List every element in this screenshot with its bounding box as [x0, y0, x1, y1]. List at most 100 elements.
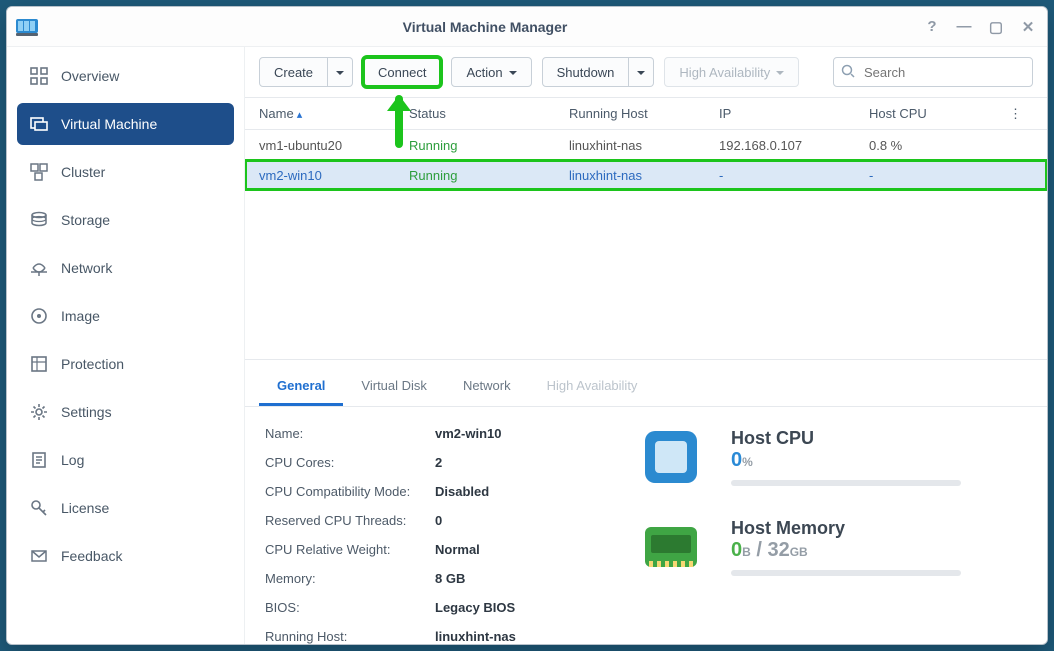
create-dropdown-caret[interactable] — [328, 57, 353, 87]
help-icon[interactable]: ? — [921, 16, 943, 38]
cell-status: Running — [409, 138, 569, 153]
sidebar-item-label: Overview — [61, 68, 119, 84]
sidebar-item-label: Settings — [61, 404, 112, 420]
sidebar-item-overview[interactable]: Overview — [17, 55, 234, 97]
cell-host: linuxhint-nas — [569, 138, 719, 153]
sidebar-item-virtual-machine[interactable]: Virtual Machine — [17, 103, 234, 145]
metric-unit: % — [742, 455, 753, 469]
sidebar-item-label: Log — [61, 452, 84, 468]
sidebar-item-label: Image — [61, 308, 100, 324]
envelope-icon — [29, 546, 49, 566]
cell-cpu: 0.8 % — [869, 138, 1009, 153]
sidebar-item-label: Storage — [61, 212, 110, 228]
dashboard-icon — [29, 66, 49, 86]
metric-bar — [731, 480, 961, 486]
metric-title: Host Memory — [731, 518, 961, 539]
table-row[interactable]: vm2-win10 Running linuxhint-nas - - — [245, 160, 1047, 190]
metric-cpu: Host CPU 0% — [639, 425, 1033, 489]
details-properties[interactable]: Name:vm2-win10 CPU Cores:2 CPU Compatibi… — [245, 407, 625, 644]
details-panel: General Virtual Disk Network High Availa… — [245, 359, 1047, 644]
col-host[interactable]: Running Host — [569, 106, 719, 121]
maximize-icon[interactable]: ▢ — [985, 16, 1007, 38]
image-icon — [29, 306, 49, 326]
prop-label: CPU Cores: — [265, 455, 435, 470]
connect-button[interactable]: Connect — [363, 57, 441, 87]
caret-down-icon — [509, 65, 517, 80]
prop-label: BIOS: — [265, 600, 435, 615]
button-label: Create — [274, 65, 313, 80]
tab-general[interactable]: General — [259, 368, 343, 406]
cell-cpu: - — [869, 168, 1009, 183]
prop-value: 2 — [435, 455, 604, 470]
high-availability-button: High Availability — [664, 57, 799, 87]
sidebar-item-feedback[interactable]: Feedback — [17, 535, 234, 577]
prop-value: vm2-win10 — [435, 426, 604, 441]
details-area: Name:vm2-win10 CPU Cores:2 CPU Compatibi… — [245, 407, 1047, 644]
mem-sep: / — [751, 539, 768, 561]
memory-icon — [639, 515, 703, 579]
button-label: Connect — [378, 65, 426, 80]
sidebar: Overview Virtual Machine Cluster Storage — [7, 47, 245, 644]
sidebar-item-label: Virtual Machine — [61, 116, 157, 132]
storage-icon — [29, 210, 49, 230]
window-controls: ? — ▢ ✕ — [921, 16, 1039, 38]
search-input[interactable] — [833, 57, 1033, 87]
sidebar-item-settings[interactable]: Settings — [17, 391, 234, 433]
window-title: Virtual Machine Manager — [49, 19, 921, 35]
sidebar-item-network[interactable]: Network — [17, 247, 234, 289]
prop-value: 8 GB — [435, 571, 604, 586]
mem-used-value: 0 — [731, 539, 742, 561]
button-label: Action — [466, 65, 502, 80]
vm-table: Name Status Running Host IP Host CPU ⋮ v… — [245, 97, 1047, 190]
create-button[interactable]: Create — [259, 57, 328, 87]
col-more-icon[interactable]: ⋮ — [1009, 106, 1033, 122]
caret-down-icon — [776, 65, 784, 80]
tab-network[interactable]: Network — [445, 368, 529, 406]
table-row[interactable]: vm1-ubuntu20 Running linuxhint-nas 192.1… — [245, 130, 1047, 160]
caret-down-icon — [637, 65, 645, 80]
cell-name: vm1-ubuntu20 — [259, 138, 409, 153]
sidebar-item-cluster[interactable]: Cluster — [17, 151, 234, 193]
col-cpu[interactable]: Host CPU — [869, 106, 1009, 121]
sidebar-item-label: Feedback — [61, 548, 122, 564]
button-label: High Availability — [679, 65, 770, 80]
tab-virtual-disk[interactable]: Virtual Disk — [343, 368, 445, 406]
window-body: Overview Virtual Machine Cluster Storage — [7, 47, 1047, 644]
prop-value: linuxhint-nas — [435, 629, 604, 644]
action-button[interactable]: Action — [451, 57, 531, 87]
cell-name: vm2-win10 — [259, 168, 409, 183]
prop-value: 0 — [435, 513, 604, 528]
metric-value: 0 — [731, 449, 742, 471]
col-ip[interactable]: IP — [719, 106, 869, 121]
sidebar-item-log[interactable]: Log — [17, 439, 234, 481]
app-window: Virtual Machine Manager ? — ▢ ✕ Overview… — [6, 6, 1048, 645]
col-name[interactable]: Name — [259, 106, 409, 121]
shutdown-dropdown-caret[interactable] — [629, 57, 654, 87]
vm-icon — [29, 114, 49, 134]
prop-value: Normal — [435, 542, 604, 557]
main-area: Create Connect Action Shutdown High Avai… — [245, 47, 1047, 644]
detail-tabs: General Virtual Disk Network High Availa… — [245, 360, 1047, 407]
mem-total-unit: GB — [790, 545, 808, 559]
sidebar-item-license[interactable]: License — [17, 487, 234, 529]
sidebar-item-image[interactable]: Image — [17, 295, 234, 337]
sidebar-item-label: Cluster — [61, 164, 105, 180]
prop-label: Memory: — [265, 571, 435, 586]
key-icon — [29, 498, 49, 518]
sidebar-item-label: Protection — [61, 356, 124, 372]
cpu-icon — [639, 425, 703, 489]
shutdown-button[interactable]: Shutdown — [542, 57, 630, 87]
shutdown-button-group: Shutdown — [542, 57, 655, 87]
minimize-icon[interactable]: — — [953, 16, 975, 38]
sidebar-item-protection[interactable]: Protection — [17, 343, 234, 385]
sidebar-item-label: License — [61, 500, 109, 516]
col-status[interactable]: Status — [409, 106, 569, 121]
sidebar-item-storage[interactable]: Storage — [17, 199, 234, 241]
mem-total-value: 32 — [767, 539, 789, 561]
cell-ip: - — [719, 168, 869, 183]
search-wrapper — [833, 57, 1033, 87]
prop-label: Reserved CPU Threads: — [265, 513, 435, 528]
app-icon — [15, 16, 39, 38]
prop-label: CPU Compatibility Mode: — [265, 484, 435, 499]
close-icon[interactable]: ✕ — [1017, 16, 1039, 38]
